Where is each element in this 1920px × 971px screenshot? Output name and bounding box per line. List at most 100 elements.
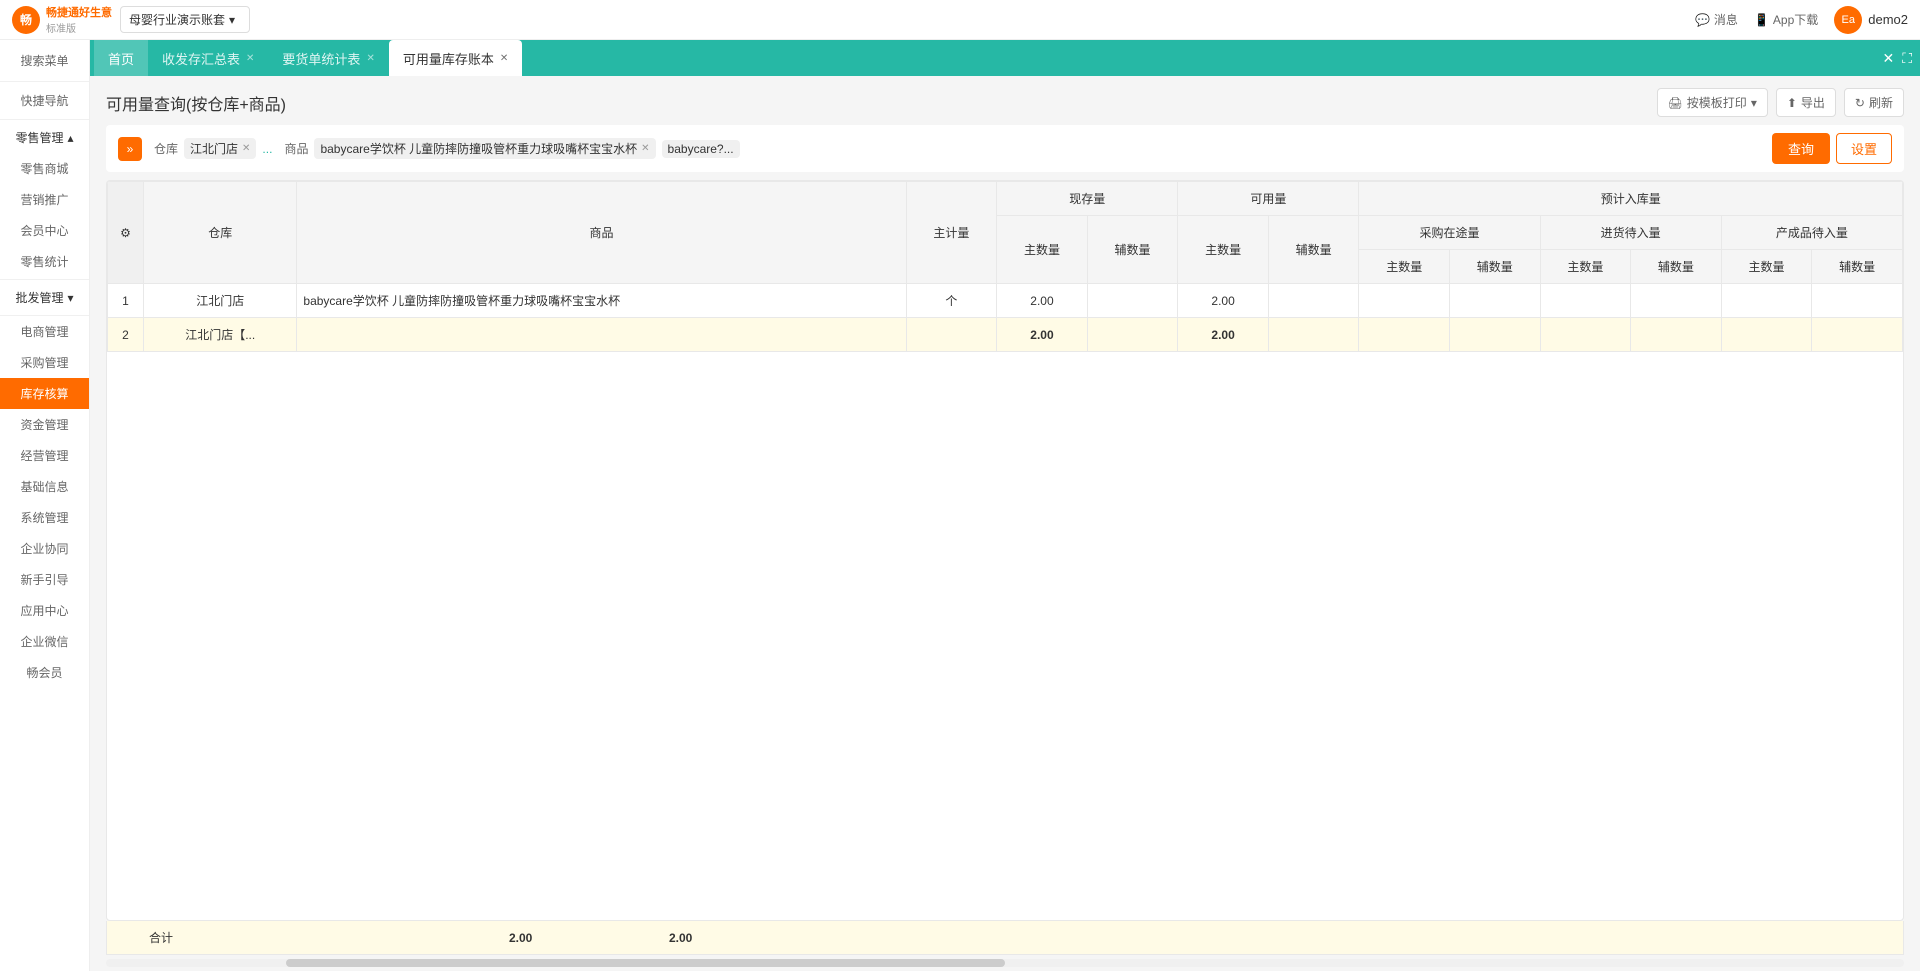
filter-bar: » 仓库 江北门店 ✕ ... 商品 babycare学饮杯 儿童防摔防撞吸管杯…: [106, 125, 1904, 172]
table-footer: 合计 2.00 2.00: [106, 921, 1904, 955]
horizontal-scrollbar[interactable]: [106, 959, 1904, 967]
brand-logo: 畅 畅捷通好生意 标准版: [12, 4, 112, 35]
th-purchase: 采购在途量: [1359, 216, 1540, 250]
quick-nav-section: 快捷导航: [0, 82, 89, 120]
chevron-up-icon: ▴: [67, 131, 73, 145]
th-purchase-main: 主数量: [1359, 250, 1450, 284]
main-content: 首页 收发存汇总表 ✕ 要货单统计表 ✕ 可用量库存账本 ✕ ✕ ⛶: [90, 40, 1920, 971]
sidebar-item-marketing[interactable]: 营销推广: [0, 184, 89, 215]
tab-close-orders[interactable]: ✕: [366, 53, 374, 64]
page-actions: 🖨 按模板打印 ▾ ⬆ 导出 ↻ 刷新: [1657, 88, 1904, 117]
sidebar-section-title-wholesale[interactable]: 批发管理 ▾: [0, 282, 89, 313]
account-dropdown[interactable]: 母婴行业演示账套 ▾: [120, 6, 250, 33]
tab-bar: 首页 收发存汇总表 ✕ 要货单统计表 ✕ 可用量库存账本 ✕ ✕ ⛶: [90, 40, 1920, 76]
print-button[interactable]: 🖨 按模板打印 ▾: [1657, 88, 1768, 117]
sidebar-item-collab[interactable]: 企业协同: [0, 533, 89, 564]
product-filter: 商品 babycare学饮杯 儿童防摔防撞吸管杯重力球吸嘴杯宝宝水杯 ✕ bab…: [284, 138, 739, 159]
sidebar-item-system[interactable]: 系统管理: [0, 502, 89, 533]
export-button[interactable]: ⬆ 导出: [1776, 88, 1836, 117]
sidebar-item-wechat[interactable]: 企业微信: [0, 626, 89, 657]
scrollbar-thumb[interactable]: [286, 959, 1005, 967]
th-purchase-aux: 辅数量: [1450, 250, 1541, 284]
sidebar-item-member[interactable]: 畅会员: [0, 657, 89, 688]
tab-inventory[interactable]: 可用量库存账本 ✕: [389, 40, 522, 76]
chevron-down-icon: ▾: [67, 291, 73, 305]
th-available: 可用量: [1178, 182, 1359, 216]
setting-button[interactable]: 设置: [1836, 133, 1892, 164]
sidebar-item-finance[interactable]: 资金管理: [0, 409, 89, 440]
product-tag-2: babycare?...: [662, 140, 740, 158]
print-icon: 🖨: [1668, 96, 1683, 110]
warehouse-more-button[interactable]: ...: [262, 142, 272, 156]
refresh-icon: ↻: [1855, 96, 1865, 110]
th-current-stock: 现存量: [997, 182, 1178, 216]
th-stock-aux: 辅数量: [1087, 216, 1178, 284]
sidebar-item-inventory[interactable]: 库存核算: [0, 378, 89, 409]
th-settings[interactable]: ⚙: [108, 182, 144, 284]
table-wrapper: ⚙ 仓库 商品 主计量 现存量 可用量 预计入库量 主数量 辅数量: [106, 180, 1904, 921]
sidebar-item-members[interactable]: 会员中心: [0, 215, 89, 246]
sidebar-item-retail-shop[interactable]: 零售商城: [0, 153, 89, 184]
th-avail-aux: 辅数量: [1268, 216, 1359, 284]
sidebar-item-retail-stats[interactable]: 零售统计: [0, 246, 89, 277]
sidebar-section-wholesale: 批发管理 ▾: [0, 280, 89, 316]
tab-home[interactable]: 首页: [94, 40, 148, 76]
warehouse-tag-close[interactable]: ✕: [242, 143, 250, 154]
table-row: 1 江北门店 babycare学饮杯 儿童防摔防撞吸管杯重力球吸嘴杯宝宝水杯 个…: [108, 284, 1903, 318]
th-planned-in: 预计入库量: [1359, 182, 1903, 216]
avatar: Ea: [1834, 6, 1862, 34]
close-window-icon[interactable]: ✕: [1882, 50, 1894, 67]
sidebar-search-section: 搜索菜单: [0, 40, 89, 82]
gear-icon[interactable]: ⚙: [120, 226, 131, 240]
query-button[interactable]: 查询: [1772, 133, 1830, 164]
tab-close-inventory[interactable]: ✕: [500, 53, 508, 64]
tab-orders[interactable]: 要货单统计表 ✕: [268, 40, 388, 76]
table-row-subtotal: 2 江北门店【... 2.00 2.00: [108, 318, 1903, 352]
sidebar-section-title-retail[interactable]: 零售管理 ▴: [0, 122, 89, 153]
th-production-aux: 辅数量: [1812, 250, 1903, 284]
top-bar: 畅 畅捷通好生意 标准版 母婴行业演示账套 ▾ 💬 消息 📱 App下载 Ea …: [0, 0, 1920, 40]
user-area[interactable]: Ea demo2: [1834, 6, 1908, 34]
top-bar-right: 💬 消息 📱 App下载 Ea demo2: [1695, 6, 1908, 34]
sidebar-item-basic-info[interactable]: 基础信息: [0, 471, 89, 502]
th-avail-main: 主数量: [1178, 216, 1269, 284]
quick-nav-button[interactable]: 快捷导航: [0, 86, 89, 115]
tab-receipts[interactable]: 收发存汇总表 ✕: [148, 40, 268, 76]
tab-bar-actions: ✕ ⛶: [1882, 50, 1920, 67]
tab-close-receipts[interactable]: ✕: [246, 53, 254, 64]
sidebar-item-newbie[interactable]: 新手引导: [0, 564, 89, 595]
export-icon: ⬆: [1787, 96, 1797, 110]
message-icon: 💬: [1695, 13, 1710, 27]
th-incoming: 进货待入量: [1540, 216, 1721, 250]
th-warehouse: 仓库: [144, 182, 297, 284]
th-incoming-main: 主数量: [1540, 250, 1631, 284]
maximize-icon[interactable]: ⛶: [1902, 50, 1912, 67]
sidebar-item-purchase[interactable]: 采购管理: [0, 347, 89, 378]
chevron-down-icon: ▾: [229, 13, 235, 27]
brand-icon: 畅: [12, 6, 40, 34]
th-production-main: 主数量: [1721, 250, 1812, 284]
th-product: 商品: [297, 182, 906, 284]
message-button[interactable]: 💬 消息: [1695, 11, 1738, 28]
filter-actions: 查询 设置: [1772, 133, 1892, 164]
product-tag-1-close[interactable]: ✕: [641, 143, 649, 154]
page-header: 可用量查询(按仓库+商品) 🖨 按模板打印 ▾ ⬆ 导出 ↻ 刷新: [90, 76, 1920, 125]
filter-expand-button[interactable]: »: [118, 137, 142, 161]
content-area: 可用量查询(按仓库+商品) 🖨 按模板打印 ▾ ⬆ 导出 ↻ 刷新: [90, 76, 1920, 971]
page-title: 可用量查询(按仓库+商品): [106, 91, 286, 115]
sidebar: 搜索菜单 快捷导航 零售管理 ▴ 零售商城 营销推广 会员中心 零售统计 批发管…: [0, 40, 90, 971]
product-tag-1: babycare学饮杯 儿童防摔防撞吸管杯重力球吸嘴杯宝宝水杯 ✕: [314, 138, 655, 159]
phone-icon: 📱: [1754, 13, 1769, 27]
sidebar-item-operations[interactable]: 经营管理: [0, 440, 89, 471]
sidebar-section-retail: 零售管理 ▴ 零售商城 营销推广 会员中心 零售统计: [0, 120, 89, 280]
brand-text: 畅捷通好生意 标准版: [46, 4, 112, 35]
app-download-button[interactable]: 📱 App下载: [1754, 11, 1818, 28]
sidebar-item-ecommerce[interactable]: 电商管理: [0, 316, 89, 347]
search-menu-button[interactable]: 搜索菜单: [8, 48, 81, 73]
refresh-button[interactable]: ↻ 刷新: [1844, 88, 1904, 117]
main-layout: 搜索菜单 快捷导航 零售管理 ▴ 零售商城 营销推广 会员中心 零售统计 批发管…: [0, 40, 1920, 971]
top-bar-left: 畅 畅捷通好生意 标准版 母婴行业演示账套 ▾: [12, 4, 250, 35]
th-production: 产成品待入量: [1721, 216, 1902, 250]
chevron-down-icon: ▾: [1751, 96, 1757, 110]
sidebar-item-appcenter[interactable]: 应用中心: [0, 595, 89, 626]
